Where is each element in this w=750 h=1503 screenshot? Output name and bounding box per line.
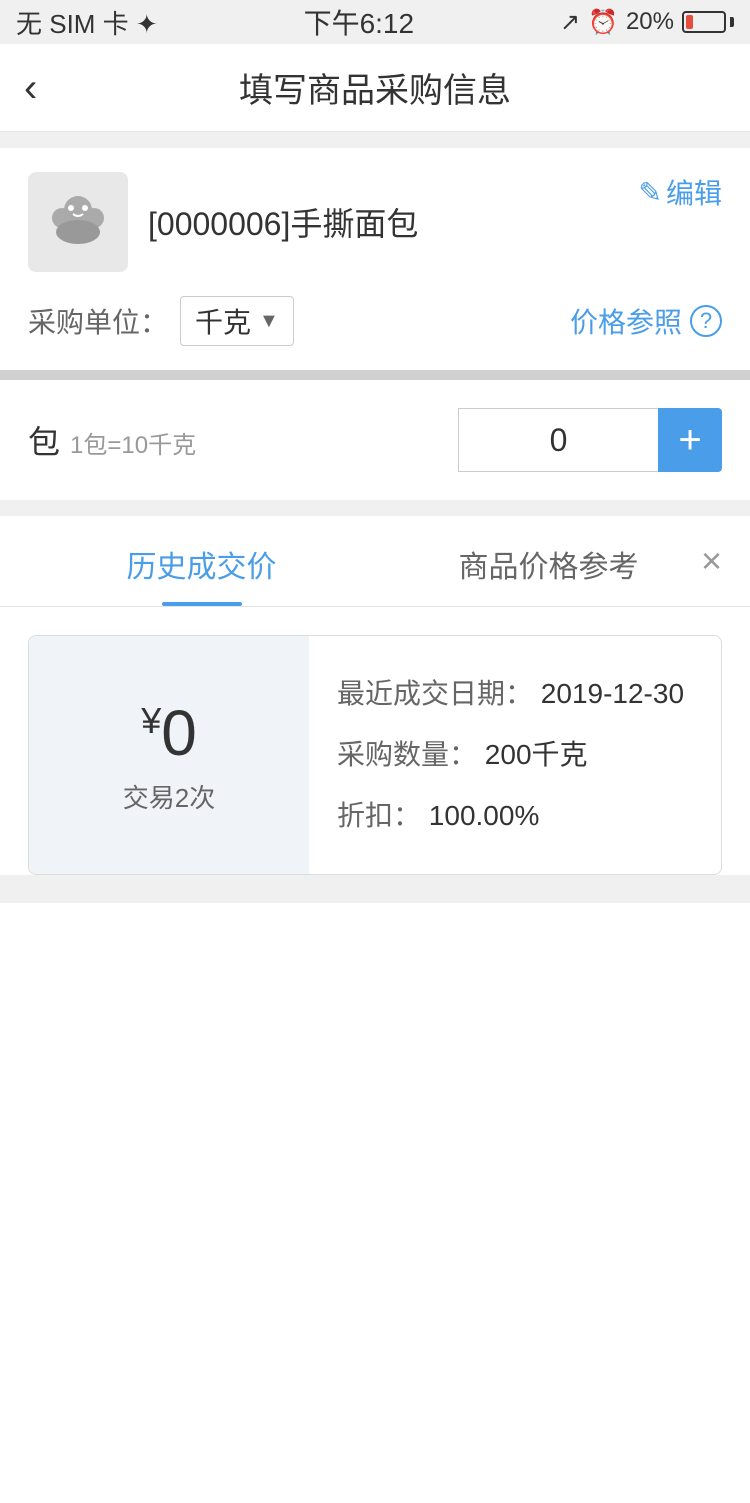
panel-close-button[interactable]: × <box>701 540 722 582</box>
alarm-icon: ⏰ <box>588 8 618 37</box>
unit-selector[interactable]: 千克 ▼ <box>180 296 294 346</box>
recent-date-value: 2019-12-30 <box>541 678 684 709</box>
discount-label: 折扣： <box>337 800 421 831</box>
edit-icon: ✎ <box>639 176 662 209</box>
product-card: [0000006]手撕面包 ✎ 编辑 采购单位： 千克 ▼ 价格参照 ? <box>0 148 750 370</box>
tab-history-price[interactable]: 历史成交价 <box>28 516 375 606</box>
nav-header: ‹ 填写商品采购信息 <box>0 44 750 132</box>
price-card: ¥ 0 交易2次 最近成交日期： 2019-12-30 采购数量： 200千克 … <box>28 635 722 875</box>
dropdown-arrow-icon: ▼ <box>259 310 279 333</box>
tab-price-ref[interactable]: 商品价格参考 <box>375 516 722 606</box>
price-card-right: 最近成交日期： 2019-12-30 采购数量： 200千克 折扣： 100.0… <box>309 636 721 874</box>
location-icon: ↗ <box>560 8 580 37</box>
sim-indicator: 无 SIM 卡 ✦ <box>16 4 158 41</box>
discount-value: 100.00% <box>429 800 540 831</box>
price-sub-text: 交易2次 <box>123 778 215 815</box>
divider-bar <box>0 370 750 380</box>
tab-active-indicator <box>162 602 242 606</box>
status-bar: 无 SIM 卡 ✦ 下午6:12 ↗ ⏰ 20% <box>0 0 750 44</box>
qty-input[interactable]: 0 <box>458 408 658 472</box>
page-title: 填写商品采购信息 <box>239 63 511 112</box>
panel-area: 历史成交价 商品价格参考 × ¥ 0 交易2次 最近成交日期： 2019-12-… <box>0 516 750 875</box>
discount-row: 折扣： 100.00% <box>337 794 693 839</box>
battery-icon <box>682 11 734 33</box>
qty-plus-button[interactable]: + <box>658 408 722 472</box>
product-image <box>28 172 128 272</box>
edit-label: 编辑 <box>666 172 722 212</box>
unit-label: 采购单位： <box>28 301 168 341</box>
tabs-row: 历史成交价 商品价格参考 × <box>0 516 750 607</box>
unit-value: 千克 <box>195 301 251 341</box>
back-button[interactable]: ‹ <box>24 68 37 108</box>
status-time: 下午6:12 <box>304 2 415 42</box>
price-ref-button[interactable]: 价格参照 ? <box>570 301 722 341</box>
product-name: [0000006]手撕面包 <box>148 199 418 245</box>
price-currency: ¥ <box>141 696 161 746</box>
quantity-value: 200千克 <box>485 739 588 770</box>
quantity-row-info: 采购数量： 200千克 <box>337 733 693 778</box>
recent-date-label: 最近成交日期： <box>337 678 533 709</box>
recent-date-row: 最近成交日期： 2019-12-30 <box>337 672 693 717</box>
battery-percent: 20% <box>626 8 674 36</box>
white-fill-area <box>0 903 750 1503</box>
qty-unit-label: 包 <box>28 417 60 463</box>
edit-button[interactable]: ✎ 编辑 <box>639 172 722 212</box>
qty-sub-label: 1包=10千克 <box>70 425 196 460</box>
help-icon: ? <box>690 305 722 337</box>
status-right: ↗ ⏰ 20% <box>560 8 734 37</box>
quantity-label: 采购数量： <box>337 739 477 770</box>
status-left: 无 SIM 卡 ✦ <box>16 4 158 41</box>
price-card-left: ¥ 0 交易2次 <box>29 636 309 874</box>
qty-control: 0 + <box>458 408 722 472</box>
product-info: [0000006]手撕面包 <box>28 172 418 272</box>
price-value: 0 <box>161 696 197 770</box>
quantity-row: 包 1包=10千克 0 + <box>0 380 750 500</box>
price-ref-label: 价格参照 <box>570 301 682 341</box>
